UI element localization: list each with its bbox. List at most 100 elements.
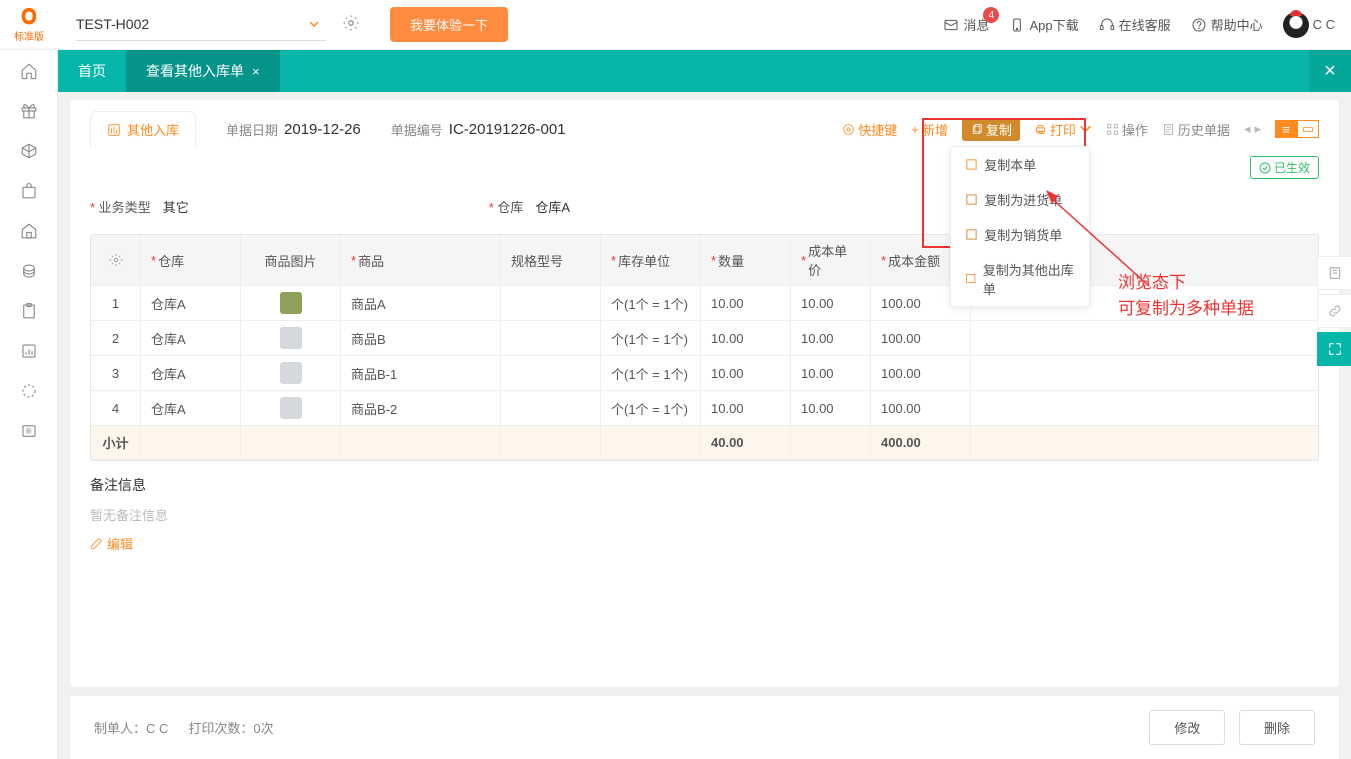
tab-close-icon[interactable]: ×	[252, 64, 260, 79]
remarks-title: 备注信息	[90, 475, 1319, 495]
trial-button[interactable]: 我要体验一下	[390, 7, 508, 42]
doc-type-tab[interactable]: 其他入库	[90, 111, 196, 147]
grid-icon	[1106, 123, 1119, 136]
chevron-down-icon	[1079, 123, 1092, 136]
doc-icon	[107, 123, 121, 137]
col-qty: *数量	[701, 235, 791, 285]
tab-current[interactable]: 查看其他入库单 ×	[126, 50, 280, 92]
nav-service-label: 在线客服	[1119, 15, 1171, 34]
sidebar-loop-icon[interactable]	[19, 382, 39, 400]
tab-home[interactable]: 首页	[58, 50, 126, 92]
doc-no-value: IC-20191226-001	[449, 121, 566, 138]
view-list[interactable]: ≡	[1275, 120, 1297, 138]
new-link[interactable]: + 新增	[911, 120, 948, 139]
sidebar-money-icon[interactable]	[19, 262, 39, 280]
tabs-bar: 首页 查看其他入库单 × ×	[58, 50, 1351, 92]
copy-icon	[970, 123, 983, 136]
product-thumb	[280, 292, 302, 314]
sidebar: 新	[0, 50, 58, 759]
modify-button[interactable]: 修改	[1149, 710, 1225, 745]
items-table: *仓库 商品图片 *商品 规格型号 *库存单位 *数量 *成本单价 *成本金额 …	[90, 234, 1319, 461]
sidebar-report-icon[interactable]	[19, 342, 39, 360]
history-icon	[1162, 123, 1175, 136]
creator-info: 制单人：C C	[94, 718, 168, 737]
copy-menu-sales[interactable]: 复制为销货单	[951, 217, 1089, 252]
print-icon	[1034, 123, 1047, 136]
check-icon	[1259, 162, 1271, 174]
nav-user[interactable]: C C	[1283, 12, 1335, 38]
product-thumb	[280, 327, 302, 349]
avatar	[1283, 12, 1309, 38]
edit-icon	[90, 537, 103, 550]
tab-current-label: 查看其他入库单	[146, 61, 244, 81]
product-thumb	[280, 362, 302, 384]
nav-download[interactable]: App下载	[1009, 15, 1078, 34]
col-product: *商品	[341, 235, 501, 285]
field-warehouse: * 仓库 仓库A	[489, 197, 570, 216]
sidebar-bag-icon[interactable]	[19, 182, 39, 200]
doc-date-value: 2019-12-26	[284, 121, 361, 138]
copy-menu-self[interactable]: 复制本单	[951, 147, 1089, 182]
edit-remarks-link[interactable]: 编辑	[90, 534, 1319, 553]
rail-expand[interactable]	[1317, 332, 1351, 366]
plus-icon: +	[911, 122, 919, 137]
col-unit: *库存单位	[601, 235, 701, 285]
nav-download-label: App下载	[1029, 15, 1078, 34]
rail-link[interactable]	[1317, 294, 1351, 328]
col-price: *成本单价	[791, 235, 871, 285]
settings-icon[interactable]	[342, 14, 360, 35]
history-link[interactable]: 历史单据	[1162, 120, 1230, 139]
sidebar-clipboard-icon[interactable]	[19, 302, 39, 320]
gear-icon	[109, 253, 123, 267]
warehouse-value: 仓库A	[535, 197, 570, 216]
table-row[interactable]: 3仓库A商品B-1个(1个 = 1个)10.0010.00100.00	[91, 356, 1318, 391]
svg-text:新: 新	[25, 427, 31, 435]
product-thumb	[280, 397, 302, 419]
logo-text: 标准版	[14, 28, 44, 43]
footer: 制单人：C C 打印次数：0次 修改 删除	[70, 695, 1339, 759]
subtotal-amount: 400.00	[871, 426, 971, 459]
copy-menu-outbound[interactable]: 复制为其他出库单	[951, 252, 1089, 306]
delete-button[interactable]: 删除	[1239, 710, 1315, 745]
doc-type-label: 其他入库	[127, 120, 179, 139]
table-row[interactable]: 2仓库A商品B个(1个 = 1个)10.0010.00100.00	[91, 321, 1318, 356]
sidebar-stock-icon[interactable]	[19, 142, 39, 160]
nav-service[interactable]: 在线客服	[1099, 15, 1171, 34]
chevron-down-icon	[308, 18, 320, 30]
table-row[interactable]: 1仓库A商品A个(1个 = 1个)10.0010.00100.00	[91, 286, 1318, 321]
pager-prev[interactable]: ◂	[1244, 121, 1251, 137]
org-selector[interactable]: TEST-H002	[76, 9, 326, 41]
pager-next[interactable]: ▸	[1254, 121, 1261, 137]
nav-help-label: 帮助中心	[1211, 15, 1263, 34]
col-warehouse: *仓库	[141, 235, 241, 285]
subtotal-qty: 40.00	[701, 426, 791, 459]
copy-menu-purchase[interactable]: 复制为进货单	[951, 182, 1089, 217]
right-rail	[1317, 256, 1351, 366]
ops-link[interactable]: 操作	[1106, 120, 1148, 139]
remarks-placeholder: 暂无备注信息	[90, 505, 1319, 524]
col-image: 商品图片	[241, 235, 341, 285]
sidebar-new-icon[interactable]: 新	[19, 422, 39, 440]
view-card[interactable]: ▭	[1297, 120, 1319, 138]
nav-messages[interactable]: 消息 4	[943, 15, 989, 34]
col-spec: 规格型号	[501, 235, 601, 285]
nav-help[interactable]: 帮助中心	[1191, 15, 1263, 34]
print-link[interactable]: 打印	[1034, 120, 1092, 139]
sidebar-home-icon[interactable]	[19, 62, 39, 80]
tabs-close-all[interactable]: ×	[1309, 50, 1351, 92]
org-name: TEST-H002	[76, 16, 149, 32]
print-count-info: 打印次数：0次	[188, 718, 273, 737]
sidebar-house-icon[interactable]	[19, 222, 39, 240]
copy-dropdown: 复制本单 复制为进货单 复制为销货单 复制为其他出库单	[950, 146, 1090, 307]
table-header: *仓库 商品图片 *商品 规格型号 *库存单位 *数量 *成本单价 *成本金额 …	[91, 235, 1318, 286]
copy-button[interactable]: 复制	[962, 118, 1020, 141]
sidebar-gift-icon[interactable]	[19, 102, 39, 120]
view-toggle: ≡ ▭	[1275, 120, 1319, 138]
col-gear[interactable]	[91, 235, 141, 285]
shortcut-link[interactable]: 快捷键	[842, 120, 897, 139]
logo[interactable]: 标准版	[0, 0, 58, 50]
gear-icon	[842, 123, 855, 136]
rail-note[interactable]	[1317, 256, 1351, 290]
table-row[interactable]: 4仓库A商品B-2个(1个 = 1个)10.0010.00100.00	[91, 391, 1318, 426]
doc-pager: ◂ ▸	[1244, 121, 1261, 137]
